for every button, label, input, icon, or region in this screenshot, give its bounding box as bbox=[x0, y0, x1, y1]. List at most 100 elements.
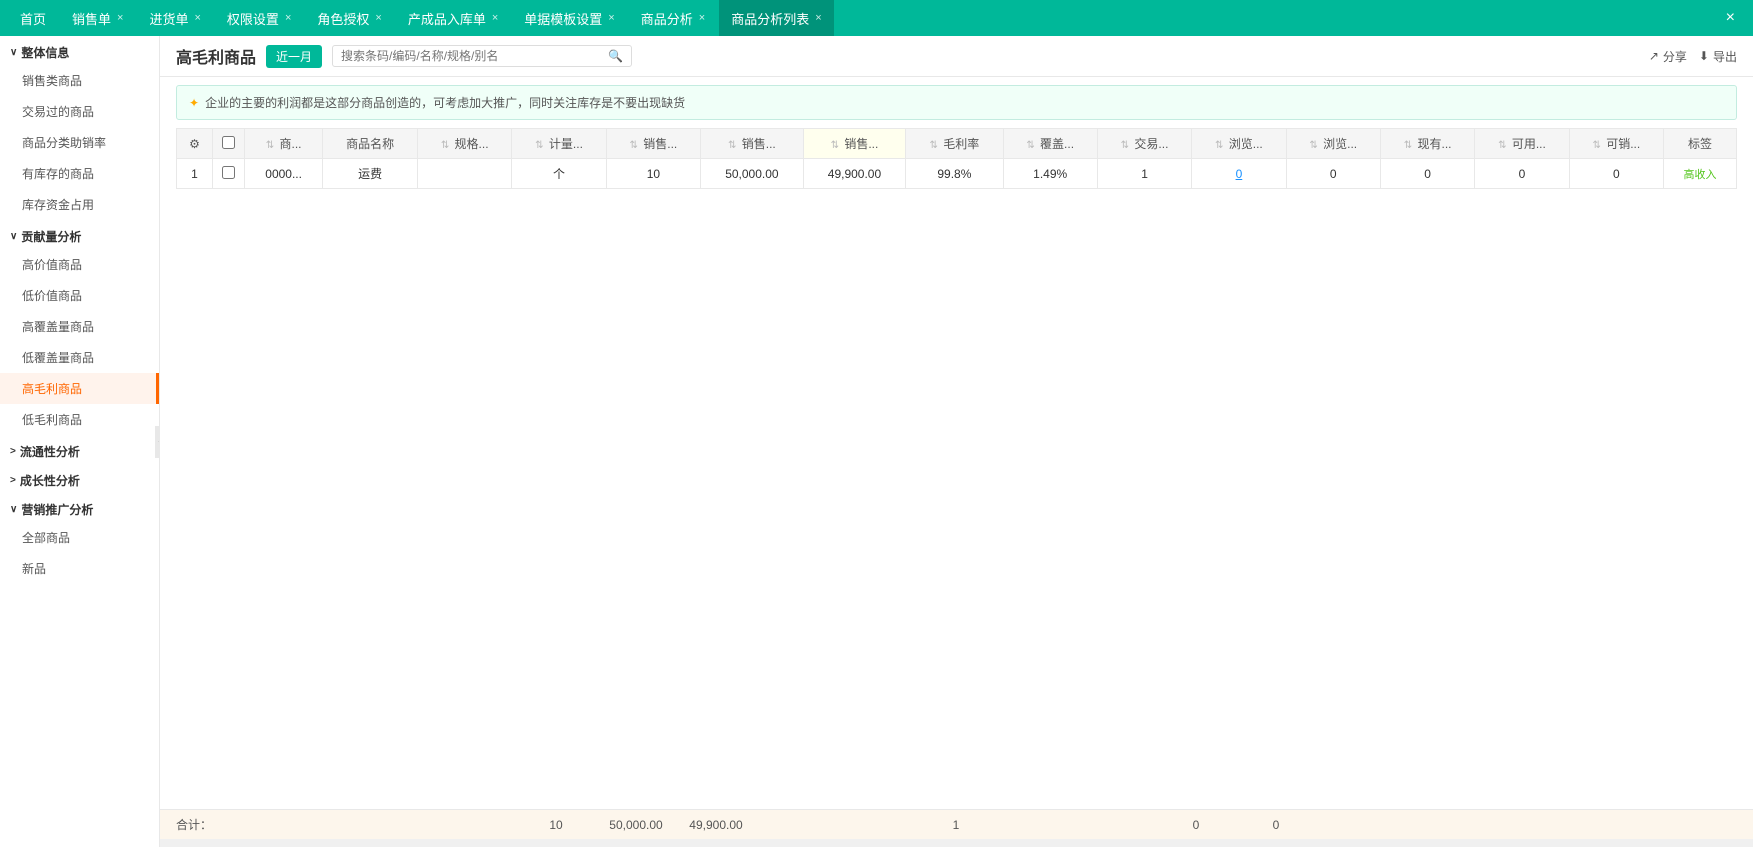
share-button[interactable]: ↗ 分享 bbox=[1649, 48, 1687, 65]
info-icon: ✦ bbox=[189, 96, 199, 110]
cell-name: 运费 bbox=[323, 159, 418, 189]
cell-view1: 0 bbox=[1192, 159, 1286, 189]
nav-sales-order[interactable]: 销售单 × bbox=[60, 0, 135, 36]
nav-close-analysis[interactable]: × bbox=[699, 12, 705, 24]
group-arrow-growth: > bbox=[10, 475, 16, 486]
sidebar-item-high-coverage[interactable]: 高覆盖量商品 bbox=[0, 311, 159, 342]
sidebar-item-low-value[interactable]: 低价值商品 bbox=[0, 280, 159, 311]
group-arrow-liquidity: > bbox=[10, 446, 16, 457]
sidebar-group-liquidity[interactable]: > 流通性分析 bbox=[0, 435, 159, 464]
cell-sales-qty: 10 bbox=[606, 159, 700, 189]
window-close-button[interactable]: × bbox=[1716, 9, 1745, 27]
cell-tag: 高收入 bbox=[1664, 159, 1737, 189]
cell-current-stock: 0 bbox=[1380, 159, 1474, 189]
col-code[interactable]: ⇅ 商... bbox=[245, 129, 323, 159]
nav-home[interactable]: 首页 bbox=[8, 0, 58, 36]
sidebar-collapse-button[interactable]: « bbox=[155, 426, 160, 458]
col-unit[interactable]: ⇅ 计量... bbox=[512, 129, 606, 159]
nav-close-permission[interactable]: × bbox=[285, 12, 291, 24]
footer-sales-amount: 50,000.00 bbox=[596, 818, 676, 832]
share-icon: ↗ bbox=[1649, 49, 1659, 63]
cell-unit: 个 bbox=[512, 159, 606, 189]
cell-code: 0000... bbox=[245, 159, 323, 189]
sidebar-item-stock-capital[interactable]: 库存资金占用 bbox=[0, 189, 159, 220]
nav-close-sales[interactable]: × bbox=[117, 12, 123, 24]
sidebar-group-overall[interactable]: ∨ 整体信息 bbox=[0, 36, 159, 65]
col-sales-cost[interactable]: ⇅ 销售... bbox=[803, 129, 906, 159]
nav-close-inbound[interactable]: × bbox=[492, 12, 498, 24]
col-name: 商品名称 bbox=[323, 129, 418, 159]
cell-sales-cost: 49,900.00 bbox=[803, 159, 906, 189]
sidebar-item-category-rate[interactable]: 商品分类助销率 bbox=[0, 127, 159, 158]
cell-available-stock: 0 bbox=[1475, 159, 1569, 189]
data-table: ⚙ ⇅ 商... 商品名称 ⇅ bbox=[176, 128, 1737, 189]
col-spec[interactable]: ⇅ 规格... bbox=[418, 129, 512, 159]
col-sales-amount[interactable]: ⇅ 销售... bbox=[701, 129, 804, 159]
cell-coverage: 1.49% bbox=[1003, 159, 1097, 189]
row-checkbox[interactable] bbox=[222, 166, 235, 179]
sidebar-group-growth[interactable]: > 成长性分析 bbox=[0, 464, 159, 493]
cell-view2: 0 bbox=[1286, 159, 1380, 189]
col-view1[interactable]: ⇅ 浏览... bbox=[1192, 129, 1286, 159]
group-arrow-overall: ∨ bbox=[10, 47, 17, 58]
col-coverage[interactable]: ⇅ 覆盖... bbox=[1003, 129, 1097, 159]
col-saleable-stock[interactable]: ⇅ 可销... bbox=[1569, 129, 1663, 159]
nav-product-analysis[interactable]: 商品分析 × bbox=[629, 0, 717, 36]
nav-product-inbound[interactable]: 产成品入库单 × bbox=[396, 0, 510, 36]
cell-index: 1 bbox=[177, 159, 213, 189]
search-icon[interactable]: 🔍 bbox=[608, 49, 623, 63]
search-input[interactable] bbox=[341, 49, 604, 63]
col-sales-qty[interactable]: ⇅ 销售... bbox=[606, 129, 700, 159]
page-title: 高毛利商品 bbox=[176, 44, 256, 68]
sidebar-group-marketing[interactable]: ∨ 营销推广分析 bbox=[0, 493, 159, 522]
col-tag: 标签 bbox=[1664, 129, 1737, 159]
footer-available-stock: 0 bbox=[1236, 818, 1316, 832]
col-index: ⚙ bbox=[177, 129, 213, 159]
col-view2[interactable]: ⇅ 浏览... bbox=[1286, 129, 1380, 159]
sidebar-group-contribution[interactable]: ∨ 贡献量分析 bbox=[0, 220, 159, 249]
sidebar-item-traded-goods[interactable]: 交易过的商品 bbox=[0, 96, 159, 127]
settings-icon[interactable]: ⚙ bbox=[189, 137, 200, 151]
nav-template-settings[interactable]: 单据模板设置 × bbox=[512, 0, 626, 36]
data-table-wrapper: ⚙ ⇅ 商... 商品名称 ⇅ bbox=[176, 128, 1737, 809]
nav-purchase-order[interactable]: 进货单 × bbox=[137, 0, 212, 36]
content-area: 高毛利商品 近一月 🔍 ↗ 分享 ⬇ 导出 ✦ 企业的主要的利润都是这部分商品创… bbox=[160, 36, 1753, 847]
sidebar-item-high-margin[interactable]: 高毛利商品 bbox=[0, 373, 159, 404]
col-current-stock[interactable]: ⇅ 现有... bbox=[1380, 129, 1474, 159]
nav-close-role[interactable]: × bbox=[375, 12, 381, 24]
footer-gross-margin bbox=[756, 818, 836, 832]
nav-close-purchase[interactable]: × bbox=[194, 12, 200, 24]
nav-analysis-list[interactable]: 商品分析列表 × bbox=[719, 0, 833, 36]
cell-gross-margin: 99.8% bbox=[906, 159, 1003, 189]
nav-role-auth[interactable]: 角色授权 × bbox=[305, 0, 393, 36]
top-navigation: 首页 销售单 × 进货单 × 权限设置 × 角色授权 × 产成品入库单 × 单据… bbox=[0, 0, 1753, 36]
sidebar-item-sales-goods[interactable]: 销售类商品 bbox=[0, 65, 159, 96]
col-trade[interactable]: ⇅ 交易... bbox=[1097, 129, 1191, 159]
group-arrow-marketing: ∨ bbox=[10, 504, 17, 515]
sidebar: « ∨ 整体信息 销售类商品 交易过的商品 商品分类助销率 有库存的商品 库存资… bbox=[0, 36, 160, 847]
time-filter-button[interactable]: 近一月 bbox=[266, 45, 322, 68]
sidebar-item-low-coverage[interactable]: 低覆盖量商品 bbox=[0, 342, 159, 373]
sidebar-item-in-stock[interactable]: 有库存的商品 bbox=[0, 158, 159, 189]
sort-icon-view1: ⇅ bbox=[1215, 140, 1223, 151]
sidebar-item-all-goods[interactable]: 全部商品 bbox=[0, 522, 159, 553]
sidebar-item-new-goods[interactable]: 新品 bbox=[0, 553, 159, 584]
sort-icon-sales-qty: ⇅ bbox=[630, 140, 638, 151]
search-box: 🔍 bbox=[332, 45, 632, 67]
export-button[interactable]: ⬇ 导出 bbox=[1699, 48, 1737, 65]
sort-icon-unit: ⇅ bbox=[535, 140, 543, 151]
view1-link[interactable]: 0 bbox=[1236, 167, 1243, 181]
sidebar-item-low-margin[interactable]: 低毛利商品 bbox=[0, 404, 159, 435]
col-available-stock[interactable]: ⇅ 可用... bbox=[1475, 129, 1569, 159]
sort-icon-view2: ⇅ bbox=[1309, 140, 1317, 151]
sidebar-item-high-value[interactable]: 高价值商品 bbox=[0, 249, 159, 280]
nav-close-template[interactable]: × bbox=[608, 12, 614, 24]
col-gross-margin[interactable]: ⇅ 毛利率 bbox=[906, 129, 1003, 159]
select-all-checkbox[interactable] bbox=[222, 136, 235, 149]
bottom-scrollbar[interactable] bbox=[160, 839, 1753, 847]
sort-icon-sales-amount: ⇅ bbox=[728, 140, 736, 151]
footer-trade: 1 bbox=[916, 818, 996, 832]
nav-close-analysis-list[interactable]: × bbox=[815, 12, 821, 24]
footer-sales-qty: 10 bbox=[516, 818, 596, 832]
nav-permission-settings[interactable]: 权限设置 × bbox=[215, 0, 303, 36]
